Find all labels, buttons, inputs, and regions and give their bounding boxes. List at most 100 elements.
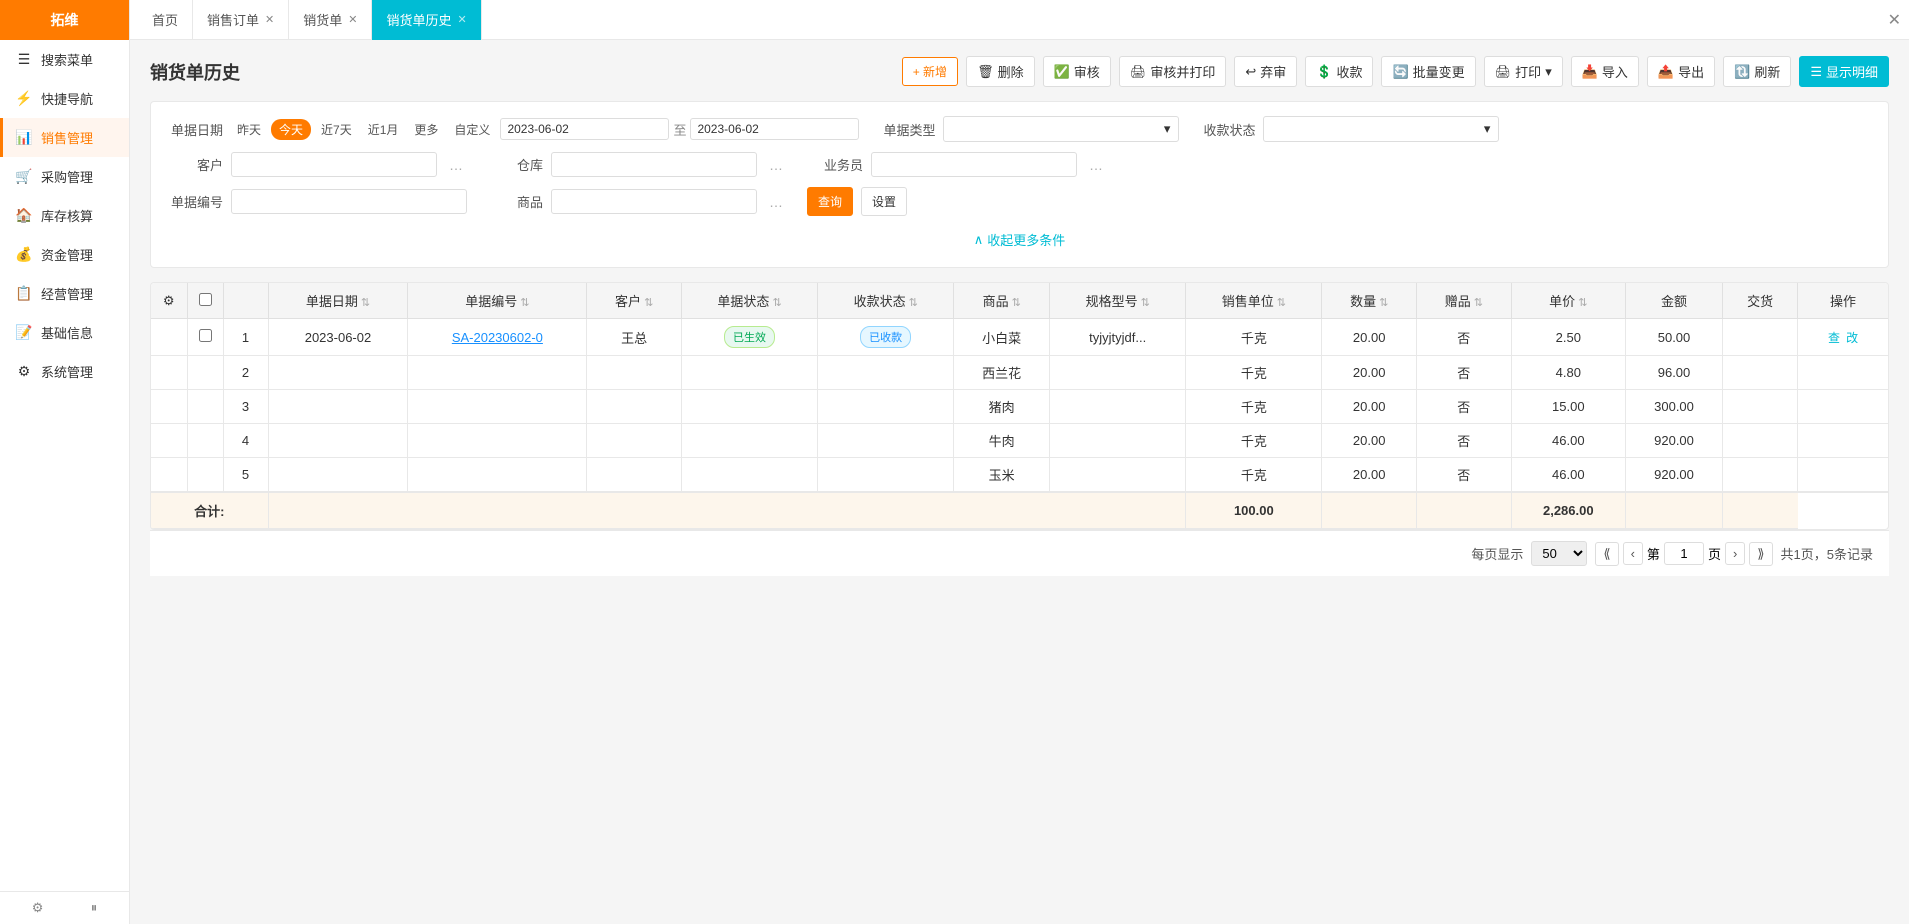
prev-page-btn[interactable]: ‹	[1623, 542, 1643, 565]
next-page-btn[interactable]: ›	[1725, 542, 1745, 565]
td-customer	[587, 458, 682, 493]
query-button[interactable]: 查询	[807, 187, 853, 216]
td-checkbox[interactable]	[187, 319, 223, 356]
payment-status-select[interactable]: ▾	[1263, 116, 1499, 142]
sidebar-bottom-icon1[interactable]: ⚙	[32, 900, 44, 916]
th-payment-status[interactable]: 收款状态⇅	[818, 283, 954, 319]
last-page-btn[interactable]: ⟫	[1749, 542, 1772, 566]
tab-sales-order[interactable]: 销售订单 ✕	[193, 0, 289, 40]
new-button[interactable]: + 新增	[902, 57, 958, 86]
warehouse-input[interactable]	[551, 152, 757, 177]
settings-button[interactable]: 设置	[861, 187, 907, 216]
print-button[interactable]: 🖨 打印 ▾	[1484, 56, 1563, 87]
page-nav: ⟪ ‹ 第 页 › ⟫	[1595, 542, 1772, 566]
td-qty: 20.00	[1322, 424, 1417, 458]
refresh-button[interactable]: 🔃 刷新	[1723, 56, 1791, 87]
th-doc-status[interactable]: 单据状态⇅	[681, 283, 817, 319]
th-spec[interactable]: 规格型号⇅	[1050, 283, 1186, 319]
td-price: 2.50	[1511, 319, 1625, 356]
th-gear[interactable]: ⚙	[151, 283, 187, 319]
th-goods[interactable]: 商品⇅	[954, 283, 1050, 319]
th-doc-no[interactable]: 单据编号⇅	[408, 283, 587, 319]
doc-no-link[interactable]: SA-20230602-0	[452, 330, 543, 345]
th-customer[interactable]: 客户⇅	[587, 283, 682, 319]
goods-more-btn[interactable]: …	[765, 194, 787, 210]
sidebar-item-sys-mgmt[interactable]: ⚙ 系统管理	[0, 352, 129, 391]
sidebar-item-label: 销售管理	[41, 128, 93, 147]
refresh-icon: 🔃	[1734, 64, 1750, 80]
sidebar-item-sales[interactable]: 📊 销售管理	[0, 118, 129, 157]
page-number-input[interactable]	[1664, 542, 1704, 565]
sidebar-item-basic-info[interactable]: 📝 基础信息	[0, 313, 129, 352]
date-tag-1month[interactable]: 近1月	[362, 119, 405, 140]
filter-collapse-btn[interactable]: ∧ 收起更多条件	[167, 226, 1872, 253]
batch-change-button[interactable]: 🔄 批量变更	[1381, 56, 1475, 87]
date-tag-7days[interactable]: 近7天	[315, 119, 358, 140]
date-tag-today[interactable]: 今天	[271, 119, 311, 140]
export-button[interactable]: 📤 导出	[1647, 56, 1715, 87]
page-size-select[interactable]: 50 100 200	[1531, 541, 1587, 566]
customer-input[interactable]	[231, 152, 437, 177]
sidebar-bottom-icon2[interactable]: ⏸	[91, 900, 98, 916]
first-page-btn[interactable]: ⟪	[1595, 542, 1618, 566]
doc-type-select[interactable]: ▾	[943, 116, 1179, 142]
warehouse-more-btn[interactable]: …	[765, 157, 787, 173]
date-from-input[interactable]: 2023-06-02	[500, 118, 669, 140]
td-doc-no[interactable]	[408, 458, 587, 493]
th-qty[interactable]: 数量⇅	[1322, 283, 1417, 319]
td-action	[1798, 390, 1888, 424]
display-detail-button[interactable]: ☰ 显示明细	[1799, 56, 1889, 87]
sales-icon: 📊	[15, 129, 33, 147]
td-goods: 牛肉	[954, 424, 1050, 458]
sidebar-item-quick-nav[interactable]: ⚡ 快捷导航	[0, 79, 129, 118]
sidebar-item-operation[interactable]: 📋 经营管理	[0, 274, 129, 313]
date-tag-yesterday[interactable]: 昨天	[231, 119, 267, 140]
doc-no-input[interactable]	[231, 189, 467, 214]
tab-sales-goods[interactable]: 销货单 ✕	[289, 0, 372, 40]
delete-button[interactable]: 🗑 删除	[966, 56, 1035, 87]
date-tag-more[interactable]: 更多	[408, 119, 444, 140]
sidebar-item-purchase[interactable]: 🛒 采购管理	[0, 157, 129, 196]
tab-sales-history[interactable]: 销货单历史 ✕	[372, 0, 481, 40]
date-to-input[interactable]: 2023-06-02	[690, 118, 859, 140]
sidebar-item-finance[interactable]: 💰 资金管理	[0, 235, 129, 274]
th-price[interactable]: 单价⇅	[1511, 283, 1625, 319]
td-doc-date	[268, 458, 408, 493]
td-checkbox[interactable]	[187, 356, 223, 390]
sidebar-item-search-menu[interactable]: ☰ 搜索菜单	[0, 40, 129, 79]
abandon-button[interactable]: ↩ 弃审	[1234, 56, 1297, 87]
view-action[interactable]: 查	[1828, 331, 1840, 345]
td-doc-no[interactable]	[408, 424, 587, 458]
td-doc-no[interactable]: SA-20230602-0	[408, 319, 587, 356]
td-checkbox[interactable]	[187, 458, 223, 493]
tab-sales-order-close[interactable]: ✕	[265, 13, 274, 26]
tab-sales-history-close[interactable]: ✕	[458, 13, 467, 26]
td-checkbox[interactable]	[187, 424, 223, 458]
customer-more-btn[interactable]: …	[445, 157, 467, 173]
th-gift[interactable]: 赠品⇅	[1417, 283, 1512, 319]
collect-button[interactable]: 💲 收款	[1305, 56, 1373, 87]
tab-bar-close-all[interactable]: ✕	[1888, 10, 1901, 30]
gear-icon[interactable]: ⚙	[163, 293, 175, 308]
salesperson-more-btn[interactable]: …	[1085, 157, 1107, 173]
tab-home[interactable]: 首页	[138, 0, 193, 40]
goods-input[interactable]	[551, 189, 757, 214]
td-doc-no[interactable]	[408, 356, 587, 390]
review-button[interactable]: ✅ 审核	[1043, 56, 1111, 87]
tab-sales-goods-close[interactable]: ✕	[348, 13, 357, 26]
th-doc-date[interactable]: 单据日期⇅	[268, 283, 408, 319]
sidebar-item-inventory[interactable]: 🏠 库存核算	[0, 196, 129, 235]
th-unit[interactable]: 销售单位⇅	[1186, 283, 1322, 319]
date-tag-custom[interactable]: 自定义	[448, 119, 496, 140]
import-button[interactable]: 📥 导入	[1571, 56, 1639, 87]
tab-sales-order-label: 销售订单	[207, 10, 259, 29]
salesperson-input[interactable]	[871, 152, 1077, 177]
select-all-checkbox[interactable]	[199, 293, 212, 306]
td-doc-no[interactable]	[408, 390, 587, 424]
edit-action[interactable]: 改	[1846, 331, 1858, 345]
row-checkbox[interactable]	[199, 329, 212, 342]
td-unit: 千克	[1186, 390, 1322, 424]
td-checkbox[interactable]	[187, 390, 223, 424]
td-transaction	[1723, 356, 1798, 390]
review-print-button[interactable]: 🖨 审核并打印	[1119, 56, 1227, 87]
